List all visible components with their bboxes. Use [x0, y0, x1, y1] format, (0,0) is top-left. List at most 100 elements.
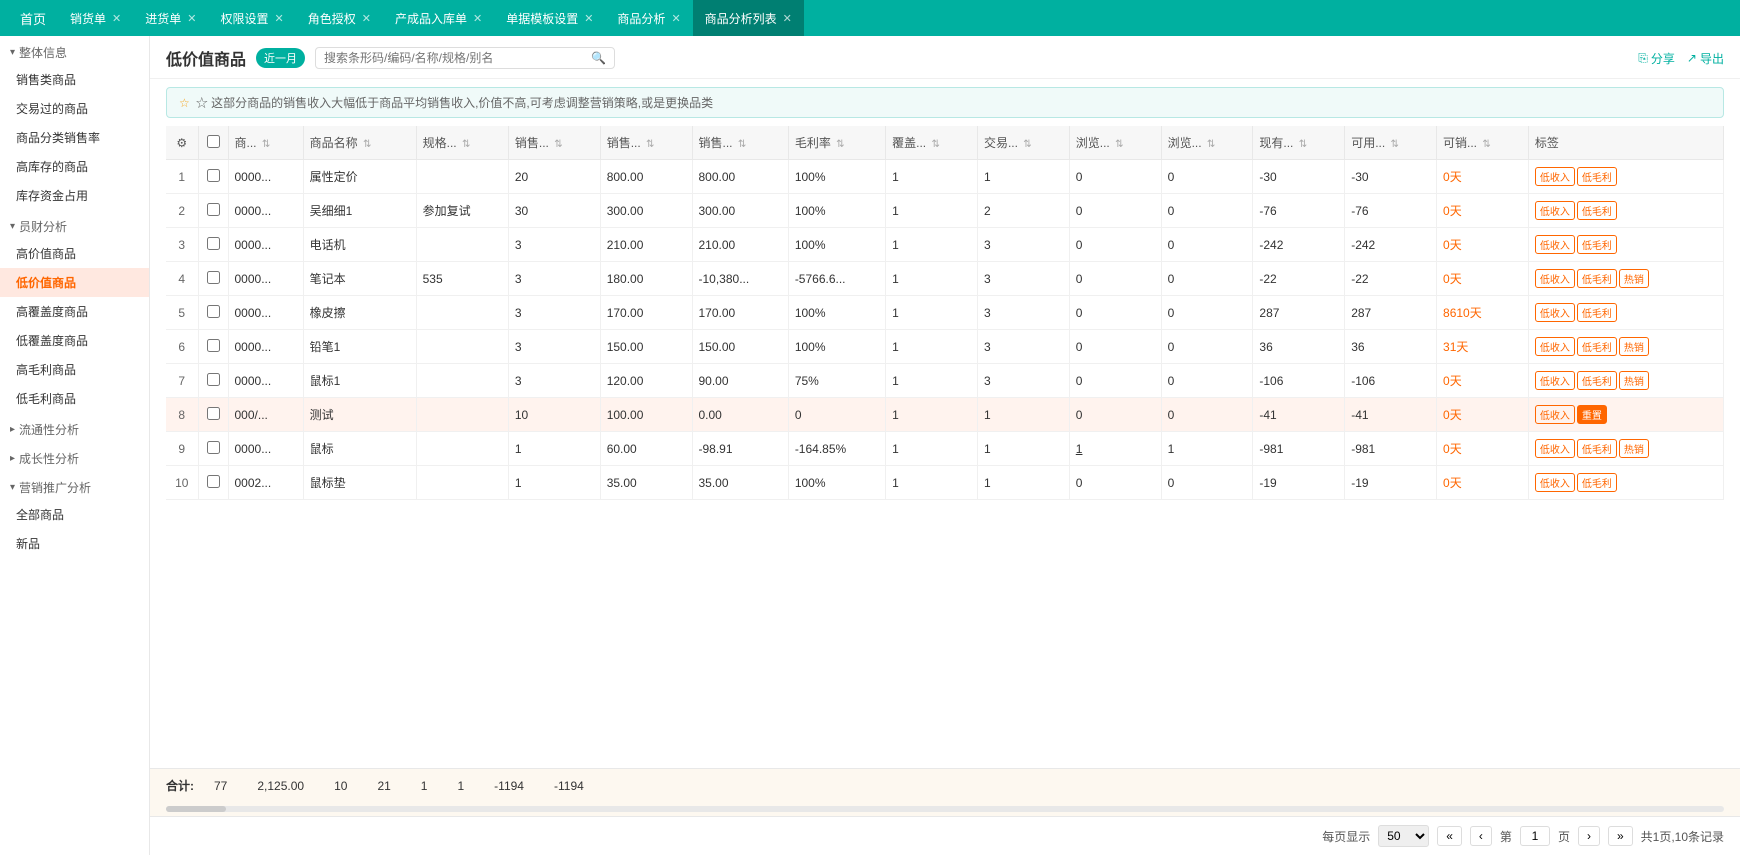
row-checkbox-cell[interactable] — [198, 228, 228, 262]
nav-product-inbound[interactable]: 产成品入库单 ✕ — [383, 0, 494, 36]
sidebar-item-low-value[interactable]: 低价值商品 — [0, 268, 149, 297]
sidebar-item-low-coverage[interactable]: 低覆盖度商品 — [0, 326, 149, 355]
row-num: 10 — [166, 466, 198, 500]
sidebar-section-overall[interactable]: ▾ 整体信息 — [0, 36, 149, 65]
page-input[interactable] — [1520, 826, 1550, 846]
time-badge[interactable]: 近一月 — [256, 48, 305, 68]
row-checkbox-cell[interactable] — [198, 432, 228, 466]
col-spec[interactable]: 规格... ⇅ — [416, 126, 508, 160]
sidebar-section-growth[interactable]: ▸ 成长性分析 — [0, 442, 149, 471]
sidebar-item-high-value[interactable]: 高价值商品 — [0, 239, 149, 268]
sidebar-item-sales-category[interactable]: 销售类商品 — [0, 65, 149, 94]
nav-permission[interactable]: 权限设置 ✕ — [208, 0, 295, 36]
col-settings[interactable]: ⚙ — [166, 126, 198, 160]
col-tags[interactable]: 标签 — [1528, 126, 1723, 160]
col-select-all[interactable] — [198, 126, 228, 160]
row-checkbox[interactable] — [207, 441, 220, 454]
nav-role-close[interactable]: ✕ — [362, 12, 371, 25]
search-input[interactable] — [324, 51, 587, 65]
row-checkbox-cell[interactable] — [198, 194, 228, 228]
row-checkbox[interactable] — [207, 169, 220, 182]
nav-template-close[interactable]: ✕ — [584, 12, 593, 25]
col-sales3[interactable]: 销售... ⇅ — [692, 126, 788, 160]
row-checkbox-cell[interactable] — [198, 160, 228, 194]
export-button[interactable]: ↗ 导出 — [1687, 50, 1724, 67]
first-page-btn[interactable]: « — [1437, 826, 1462, 846]
row-days: 0天 — [1437, 432, 1529, 466]
col-browse1[interactable]: 浏览... ⇅ — [1069, 126, 1161, 160]
nav-product-analysis[interactable]: 商品分析 ✕ — [605, 0, 692, 36]
sidebar-item-new-products[interactable]: 新品 — [0, 529, 149, 558]
nav-home[interactable]: 首页 — [8, 0, 58, 36]
browse-link[interactable]: 1 — [1076, 442, 1083, 456]
nav-product-analysis-close[interactable]: ✕ — [671, 12, 680, 25]
row-checkbox[interactable] — [207, 271, 220, 284]
col-code[interactable]: 商... ⇅ — [228, 126, 303, 160]
browse-value: 0 — [1076, 272, 1083, 286]
horizontal-scrollbar[interactable] — [150, 802, 1740, 816]
row-coverage: 1 — [886, 466, 978, 500]
row-sales2: 180.00 — [600, 262, 692, 296]
row-available: -76 — [1345, 194, 1437, 228]
nav-purchase[interactable]: 进货单 ✕ — [133, 0, 208, 36]
next-page-btn[interactable]: › — [1578, 826, 1600, 846]
col-browse2[interactable]: 浏览... ⇅ — [1161, 126, 1253, 160]
prev-page-btn[interactable]: ‹ — [1470, 826, 1492, 846]
row-checkbox[interactable] — [207, 237, 220, 250]
nav-product-analysis-list[interactable]: 商品分析列表 ✕ — [693, 0, 804, 36]
row-checkbox[interactable] — [207, 339, 220, 352]
row-checkbox[interactable] — [207, 475, 220, 488]
sidebar-item-traded[interactable]: 交易过的商品 — [0, 94, 149, 123]
nav-sales[interactable]: 销货单 ✕ — [58, 0, 133, 36]
row-checkbox[interactable] — [207, 373, 220, 386]
row-tags: 低收入低毛利 — [1528, 296, 1723, 330]
sidebar-item-high-coverage[interactable]: 高覆盖度商品 — [0, 297, 149, 326]
sidebar-section-finance[interactable]: ▾ 员财分析 — [0, 210, 149, 239]
row-checkbox-cell[interactable] — [198, 262, 228, 296]
sidebar-item-high-margin[interactable]: 高毛利商品 — [0, 355, 149, 384]
nav-role[interactable]: 角色授权 ✕ — [296, 0, 383, 36]
col-current[interactable]: 现有... ⇅ — [1253, 126, 1345, 160]
row-checkbox[interactable] — [207, 305, 220, 318]
row-days: 0天 — [1437, 466, 1529, 500]
nav-product-inbound-close[interactable]: ✕ — [473, 12, 482, 25]
col-trade[interactable]: 交易... ⇅ — [977, 126, 1069, 160]
row-checkbox-cell[interactable] — [198, 364, 228, 398]
select-all-checkbox[interactable] — [207, 135, 220, 148]
row-checkbox-cell[interactable] — [198, 330, 228, 364]
nav-template[interactable]: 单据模板设置 ✕ — [494, 0, 605, 36]
col-available[interactable]: 可用... ⇅ — [1345, 126, 1437, 160]
sidebar-item-all-products[interactable]: 全部商品 — [0, 500, 149, 529]
row-checkbox[interactable] — [207, 407, 220, 420]
row-checkbox-cell[interactable] — [198, 296, 228, 330]
search-icon[interactable]: 🔍 — [591, 51, 606, 65]
col-sales2[interactable]: 销售... ⇅ — [600, 126, 692, 160]
row-code: 0000... — [228, 330, 303, 364]
sidebar-section-circulation[interactable]: ▸ 流通性分析 — [0, 413, 149, 442]
share-button[interactable]: ⎘ 分享 — [1638, 50, 1675, 67]
nav-purchase-close[interactable]: ✕ — [187, 12, 196, 25]
row-code: 0000... — [228, 262, 303, 296]
scrollbar-thumb[interactable] — [166, 806, 226, 812]
nav-sales-close[interactable]: ✕ — [112, 12, 121, 25]
col-name[interactable]: 商品名称 ⇅ — [303, 126, 416, 160]
col-sales1[interactable]: 销售... ⇅ — [508, 126, 600, 160]
row-checkbox-cell[interactable] — [198, 398, 228, 432]
per-page-select[interactable]: 50 100 200 — [1378, 825, 1429, 847]
sidebar-item-category-rate[interactable]: 商品分类销售率 — [0, 123, 149, 152]
sidebar-item-high-stock[interactable]: 高库存的商品 — [0, 152, 149, 181]
nav-product-analysis-list-close[interactable]: ✕ — [783, 12, 792, 25]
row-checkbox[interactable] — [207, 203, 220, 216]
tag-badge: 低收入 — [1535, 303, 1575, 322]
sidebar-item-stock-capital[interactable]: 库存资金占用 — [0, 181, 149, 210]
row-current: -41 — [1253, 398, 1345, 432]
col-sellable[interactable]: 可销... ⇅ — [1437, 126, 1529, 160]
last-page-btn[interactable]: » — [1608, 826, 1633, 846]
col-margin[interactable]: 毛利率 ⇅ — [788, 126, 885, 160]
browse-value: 0 — [1076, 476, 1083, 490]
row-checkbox-cell[interactable] — [198, 466, 228, 500]
col-coverage[interactable]: 覆盖... ⇅ — [886, 126, 978, 160]
sidebar-section-marketing[interactable]: ▾ 营销推广分析 — [0, 471, 149, 500]
nav-permission-close[interactable]: ✕ — [275, 12, 284, 25]
sidebar-item-low-margin[interactable]: 低毛利商品 — [0, 384, 149, 413]
